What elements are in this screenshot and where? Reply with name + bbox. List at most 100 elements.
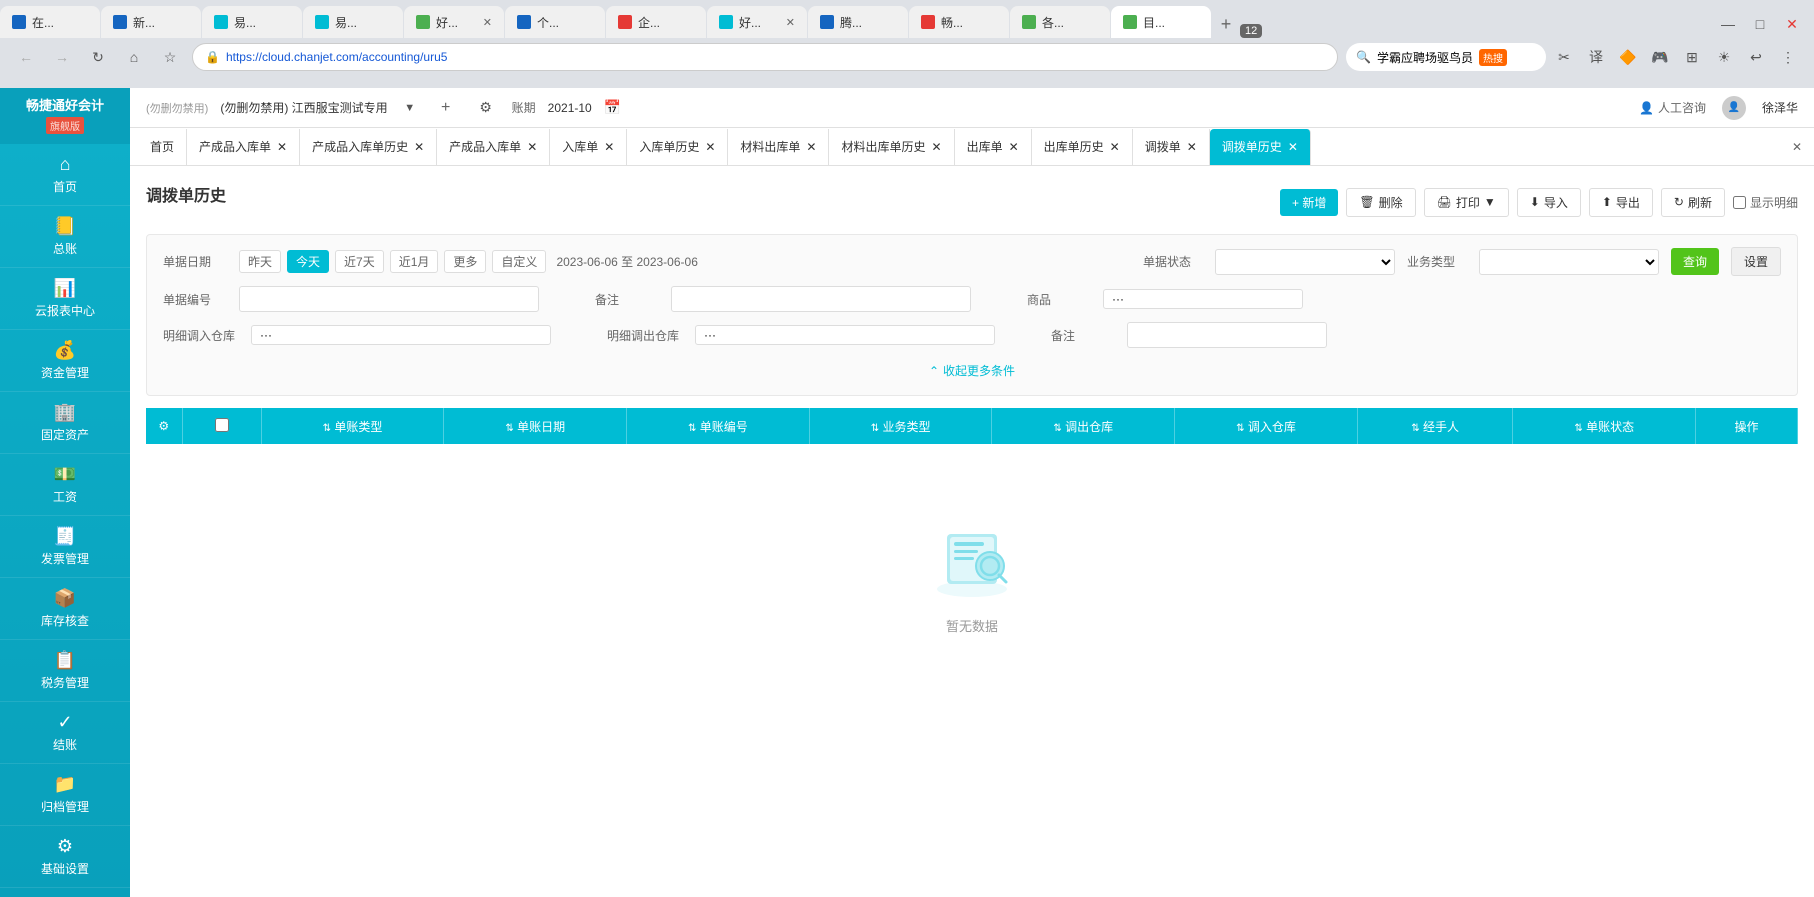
sidebar-item-tax[interactable]: 📋 税务管理 bbox=[0, 640, 130, 702]
history-icon[interactable]: ↩ bbox=[1742, 43, 1770, 71]
sidebar-item-closing[interactable]: ✓ 结账 bbox=[0, 702, 130, 764]
tab-close-5[interactable]: ✕ bbox=[483, 16, 492, 29]
tab-close-in-order[interactable]: ✕ bbox=[604, 140, 614, 154]
col-order-no[interactable]: ⇅ 单账编号 bbox=[627, 408, 810, 444]
page-tab-transfer[interactable]: 调拨单 ✕ bbox=[1133, 129, 1210, 165]
settings-query-button[interactable]: 设置 bbox=[1731, 247, 1781, 276]
col-checkbox[interactable] bbox=[182, 408, 261, 444]
brightness-icon[interactable]: ☀ bbox=[1710, 43, 1738, 71]
yesterday-btn[interactable]: 昨天 bbox=[239, 250, 281, 273]
page-tab-transfer-history[interactable]: 调拨单历史 ✕ bbox=[1210, 129, 1311, 165]
more-btn[interactable]: 更多 bbox=[444, 250, 486, 273]
biz-type-select[interactable] bbox=[1479, 249, 1659, 275]
import-button[interactable]: ⬇ 导入 bbox=[1517, 188, 1581, 217]
browser-tab-12[interactable]: 目... bbox=[1111, 6, 1211, 38]
sidebar-item-salary[interactable]: 💵 工资 bbox=[0, 454, 130, 516]
menu-icon[interactable]: ⋮ bbox=[1774, 43, 1802, 71]
col-biz-type[interactable]: ⇅ 业务类型 bbox=[809, 408, 992, 444]
col-order-type[interactable]: ⇅ 单账类型 bbox=[261, 408, 444, 444]
page-tab-product-in-history[interactable]: 产成品入库单历史 ✕ bbox=[300, 129, 437, 165]
home-button[interactable]: ⌂ bbox=[120, 43, 148, 71]
sidebar-item-home[interactable]: ⌂ 首页 bbox=[0, 144, 130, 206]
tab-close-product-in2[interactable]: ✕ bbox=[527, 140, 537, 154]
sidebar-item-settings[interactable]: ⚙ 基础设置 bbox=[0, 826, 130, 888]
grid-icon[interactable]: ⊞ bbox=[1678, 43, 1706, 71]
browser-tab-9[interactable]: 腾... bbox=[808, 6, 908, 38]
browser-tab-10[interactable]: 畅... bbox=[909, 6, 1009, 38]
page-tab-material-out[interactable]: 材料出库单 ✕ bbox=[728, 129, 829, 165]
goods-selector[interactable]: ··· bbox=[1103, 289, 1303, 309]
back-button[interactable]: ← bbox=[12, 43, 40, 71]
in-warehouse-selector[interactable]: ··· bbox=[251, 325, 551, 345]
search-bar[interactable]: 🔍 学霸应聘场驱鸟员 热搜 bbox=[1346, 43, 1546, 71]
tab-close-material-out-history[interactable]: ✕ bbox=[932, 140, 942, 154]
tab-nav-close-all[interactable]: ✕ bbox=[1780, 140, 1814, 154]
tab-close-material-out[interactable]: ✕ bbox=[806, 140, 816, 154]
add-company-button[interactable]: + bbox=[432, 94, 460, 122]
close-window-button[interactable]: ✕ bbox=[1778, 10, 1806, 38]
maximize-button[interactable]: □ bbox=[1746, 10, 1774, 38]
sidebar-item-asset[interactable]: 🏢 固定资产 bbox=[0, 392, 130, 454]
page-tab-home[interactable]: 首页 bbox=[138, 129, 187, 165]
extension-icon[interactable]: 🔶 bbox=[1614, 43, 1642, 71]
calendar-icon[interactable]: 📅 bbox=[604, 99, 621, 116]
sidebar-item-capital[interactable]: 💰 资金管理 bbox=[0, 330, 130, 392]
order-no-input[interactable] bbox=[239, 286, 539, 312]
browser-tab-8[interactable]: 好... ✕ bbox=[707, 6, 807, 38]
refresh-button[interactable]: ↻ bbox=[84, 43, 112, 71]
service-button[interactable]: 👤 人工咨询 bbox=[1639, 99, 1706, 116]
page-tab-product-in2[interactable]: 产成品入库单 ✕ bbox=[437, 129, 550, 165]
remark-input[interactable] bbox=[1127, 322, 1327, 348]
tab-close-product-in-history[interactable]: ✕ bbox=[414, 140, 424, 154]
col-in-warehouse[interactable]: ⇅ 调入仓库 bbox=[1175, 408, 1358, 444]
browser-tab-11[interactable]: 各... bbox=[1010, 6, 1110, 38]
scissors-icon[interactable]: ✂ bbox=[1550, 43, 1578, 71]
sidebar-item-guide[interactable]: 📌 新手引导 bbox=[0, 888, 130, 897]
tab-close-out-order[interactable]: ✕ bbox=[1009, 140, 1019, 154]
company-settings-button[interactable]: ⚙ bbox=[472, 94, 500, 122]
browser-tab-2[interactable]: 新... bbox=[101, 6, 201, 38]
col-order-date[interactable]: ⇅ 单账日期 bbox=[444, 408, 627, 444]
page-tab-product-in[interactable]: 产成品入库单 ✕ bbox=[187, 129, 300, 165]
minimize-button[interactable]: — bbox=[1714, 10, 1742, 38]
sidebar-item-report[interactable]: 📊 云报表中心 bbox=[0, 268, 130, 330]
tab-close-out-history[interactable]: ✕ bbox=[1110, 140, 1120, 154]
custom-btn[interactable]: 自定义 bbox=[492, 250, 546, 273]
select-all-checkbox[interactable] bbox=[215, 418, 229, 432]
page-tab-material-out-history[interactable]: 材料出库单历史 ✕ bbox=[829, 129, 954, 165]
browser-tab-5[interactable]: 好... ✕ bbox=[404, 6, 504, 38]
forward-button[interactable]: → bbox=[48, 43, 76, 71]
browser-tab-6[interactable]: 个... bbox=[505, 6, 605, 38]
tab-close-8[interactable]: ✕ bbox=[786, 16, 795, 29]
new-button[interactable]: + 新增 bbox=[1280, 189, 1338, 216]
address-input[interactable]: 🔒 https://cloud.chanjet.com/accounting/u… bbox=[192, 43, 1338, 71]
new-tab-button[interactable]: + bbox=[1212, 10, 1240, 38]
page-tab-in-history[interactable]: 入库单历史 ✕ bbox=[627, 129, 728, 165]
tab-close-transfer[interactable]: ✕ bbox=[1187, 140, 1197, 154]
tab-close-transfer-history[interactable]: ✕ bbox=[1288, 140, 1298, 154]
refresh-button[interactable]: ↻ 刷新 bbox=[1661, 188, 1725, 217]
browser-tab-1[interactable]: 在... bbox=[0, 6, 100, 38]
sidebar-item-invoice[interactable]: 🧾 发票管理 bbox=[0, 516, 130, 578]
tab-close-in-history[interactable]: ✕ bbox=[705, 140, 715, 154]
month-btn[interactable]: 近1月 bbox=[390, 250, 439, 273]
col-handler[interactable]: ⇅ 经手人 bbox=[1357, 408, 1513, 444]
page-tab-in-order[interactable]: 入库单 ✕ bbox=[550, 129, 627, 165]
query-button[interactable]: 查询 bbox=[1671, 248, 1719, 275]
page-tab-out-order[interactable]: 出库单 ✕ bbox=[955, 129, 1032, 165]
table-gear-icon[interactable]: ⚙ bbox=[158, 419, 169, 433]
export-button[interactable]: ⬆ 导出 bbox=[1589, 188, 1653, 217]
sidebar-item-ledger[interactable]: 📒 总账 bbox=[0, 206, 130, 268]
page-tab-out-history[interactable]: 出库单历史 ✕ bbox=[1032, 129, 1133, 165]
col-out-warehouse[interactable]: ⇅ 调出仓库 bbox=[992, 408, 1175, 444]
browser-tab-7[interactable]: 企... bbox=[606, 6, 706, 38]
today-btn[interactable]: 今天 bbox=[287, 250, 329, 273]
tab-close-product-in[interactable]: ✕ bbox=[277, 140, 287, 154]
print-button[interactable]: 🖨 打印 ▼ bbox=[1424, 188, 1509, 217]
out-warehouse-selector[interactable]: ··· bbox=[695, 325, 995, 345]
bookmark-button[interactable]: ☆ bbox=[156, 43, 184, 71]
status-select[interactable] bbox=[1215, 249, 1395, 275]
col-order-status[interactable]: ⇅ 单账状态 bbox=[1513, 408, 1696, 444]
browser-tab-4[interactable]: 易... bbox=[303, 6, 403, 38]
collapse-button[interactable]: ⌃ 收起更多条件 bbox=[163, 358, 1781, 383]
